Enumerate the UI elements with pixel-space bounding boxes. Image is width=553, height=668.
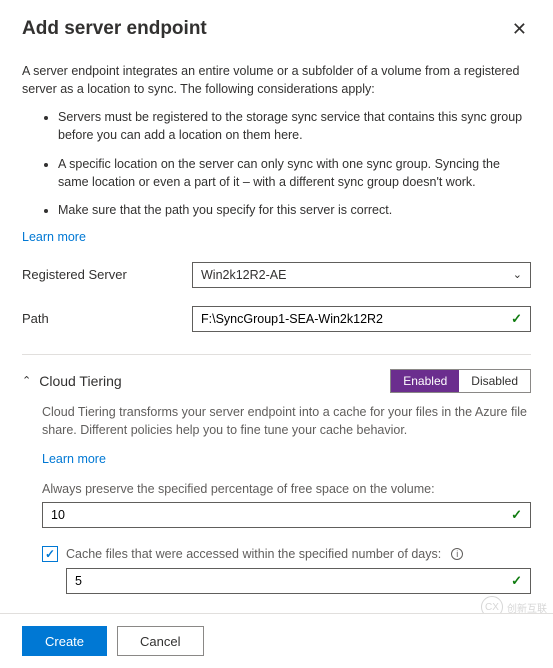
list-item: Servers must be registered to the storag…	[58, 108, 531, 144]
chevron-down-icon: ⌄	[513, 268, 522, 281]
cache-days-input[interactable]	[75, 574, 511, 588]
intro-text: A server endpoint integrates an entire v…	[22, 62, 531, 98]
check-icon: ✓	[511, 507, 522, 523]
list-item: Make sure that the path you specify for …	[58, 201, 531, 219]
considerations-list: Servers must be registered to the storag…	[22, 108, 531, 219]
close-button[interactable]: ✕	[508, 18, 531, 40]
cloud-tiering-toggle[interactable]: Enabled Disabled	[390, 369, 531, 393]
free-space-input[interactable]	[51, 508, 511, 522]
panel-title: Add server endpoint	[22, 18, 207, 40]
create-button[interactable]: Create	[22, 626, 107, 656]
collapse-icon[interactable]: ⌃	[22, 374, 31, 387]
free-space-label: Always preserve the specified percentage…	[42, 482, 531, 496]
registered-server-select[interactable]: Win2k12R2-AE ⌄	[192, 262, 531, 288]
toggle-enabled[interactable]: Enabled	[391, 370, 459, 392]
registered-server-value: Win2k12R2-AE	[201, 268, 286, 282]
registered-server-label: Registered Server	[22, 267, 192, 282]
cloud-tiering-title: Cloud Tiering	[39, 373, 122, 389]
cache-days-input-wrapper: ✓	[66, 568, 531, 594]
cache-days-checkbox[interactable]: ✓	[42, 546, 58, 562]
path-label: Path	[22, 311, 192, 326]
info-icon[interactable]: i	[451, 548, 463, 560]
toggle-disabled[interactable]: Disabled	[459, 370, 530, 392]
check-icon: ✓	[511, 573, 522, 589]
path-input[interactable]	[201, 312, 511, 326]
cloud-tiering-description: Cloud Tiering transforms your server end…	[42, 403, 531, 439]
list-item: A specific location on the server can on…	[58, 155, 531, 191]
learn-more-link[interactable]: Learn more	[22, 230, 86, 244]
check-icon: ✓	[511, 311, 522, 327]
path-input-wrapper: ✓	[192, 306, 531, 332]
cache-days-label: Cache files that were accessed within th…	[66, 547, 441, 561]
cloud-tiering-learn-more-link[interactable]: Learn more	[42, 452, 106, 466]
free-space-input-wrapper: ✓	[42, 502, 531, 528]
cancel-button[interactable]: Cancel	[117, 626, 203, 656]
